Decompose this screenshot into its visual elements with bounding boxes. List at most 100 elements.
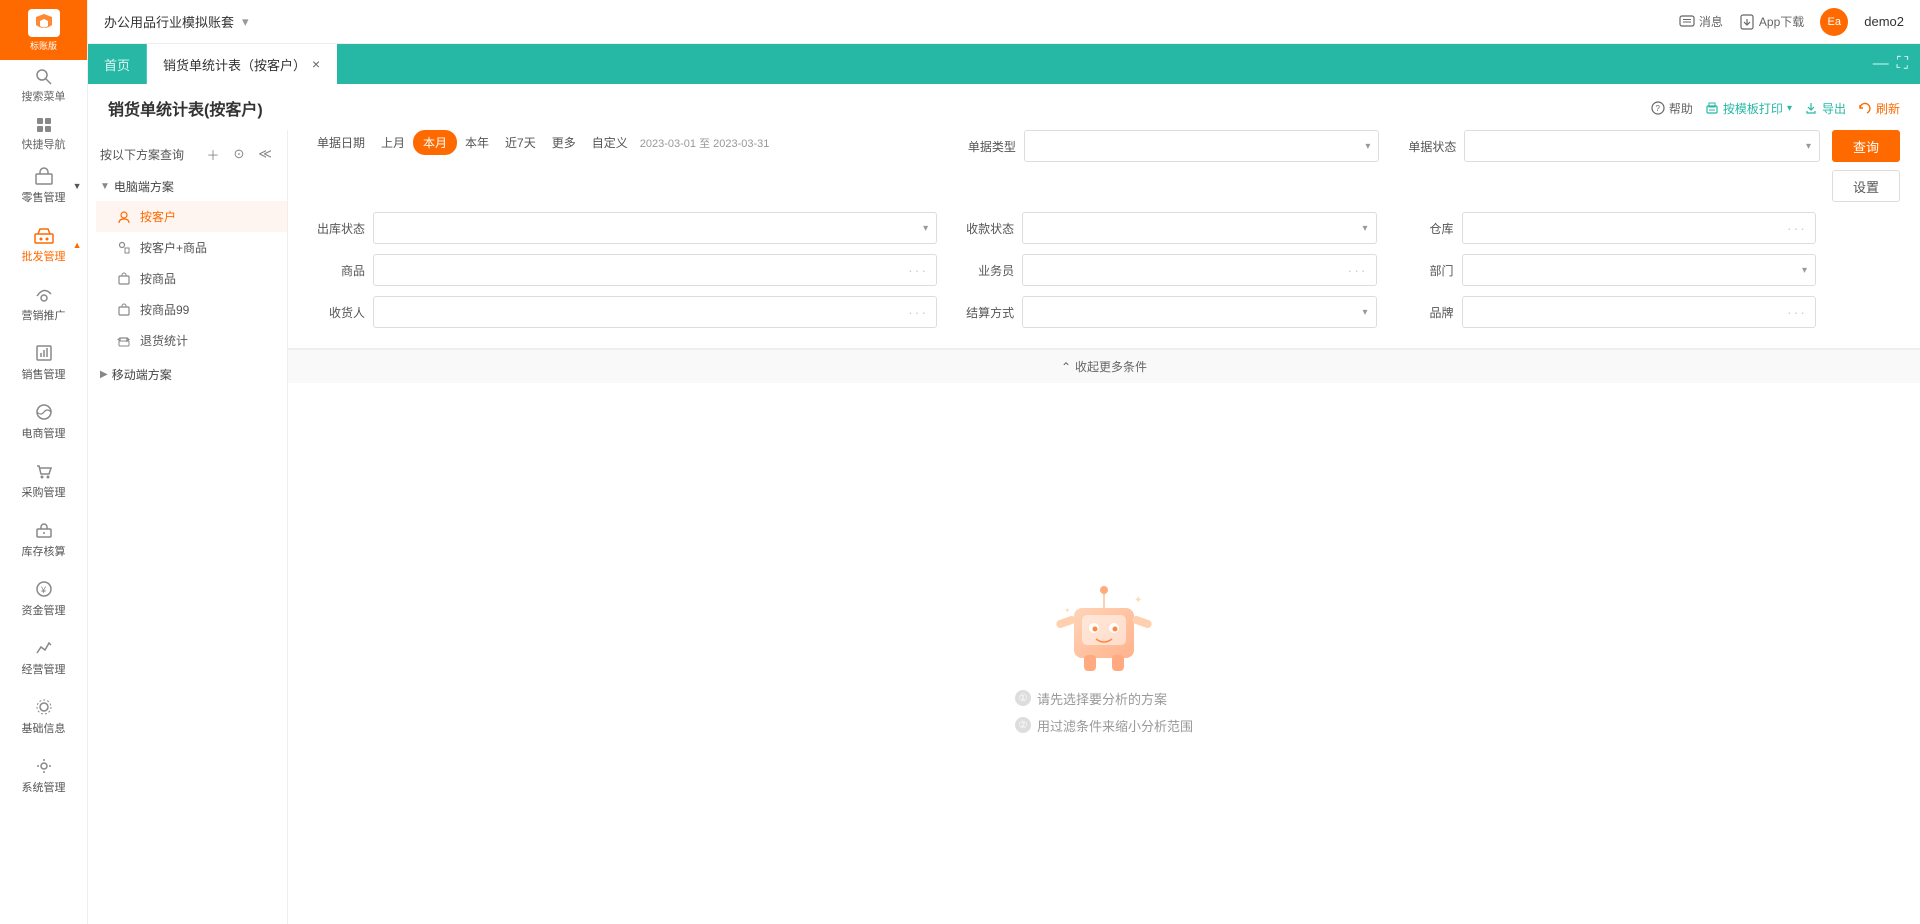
scheme-header: 按以下方案查询 ＋ ⊙ ≪ [88,138,287,170]
date-btn-more[interactable]: 更多 [544,130,584,155]
basic-icon [34,697,54,717]
sidebar-item-wholesale[interactable]: 批发管理 ▲ [0,215,88,274]
wholesale-arrow: ▲ [73,240,82,250]
export-btn[interactable]: 导出 [1804,100,1846,117]
date-btn-last7[interactable]: 近7天 [497,130,544,155]
refresh-btn[interactable]: 刷新 [1858,100,1900,117]
scheme-desktop-header[interactable]: ▼ 电脑端方案 [88,172,287,201]
header-dropdown-arrow[interactable]: ▾ [242,14,249,30]
user-name[interactable]: demo2 [1864,14,1904,29]
customer-goods-icon [116,240,132,256]
header-left: 办公用品行业模拟账套 ▾ [104,12,249,31]
sidebar-item-finance[interactable]: ¥ 资金管理 [0,569,88,628]
scheme-by-goods[interactable]: 按商品 [96,263,287,294]
filter-row-3: 商品 ··· 业务员 ··· [308,254,1900,286]
sidebar-item-marketing[interactable]: 营销推广 [0,274,88,333]
date-btn-this-month[interactable]: 本月 [413,130,457,155]
scheme-by-return[interactable]: 退货统计 [96,325,287,356]
sidebar-item-ecommerce[interactable]: 电商管理 [0,392,88,451]
svg-text:¥: ¥ [40,585,47,595]
sidebar-item-retail[interactable]: 零售管理 ▼ [0,156,88,215]
query-btn[interactable]: 查询 [1832,130,1900,162]
out-status-field[interactable]: ▾ [373,212,937,244]
doc-status-field[interactable]: ▾ [1464,130,1820,162]
tab-fullscreen-btn[interactable]: ⛶ [1897,55,1908,73]
tab-home[interactable]: 首页 [88,44,147,84]
brand-dots: ··· [1787,304,1807,320]
date-range-text: 2023-03-01 至 2023-03-31 [640,135,770,151]
receipt-status-arrow: ▾ [1363,223,1368,234]
scheme-by-customer[interactable]: 按客户 [96,201,287,232]
desktop-expand-icon: ▼ [100,181,110,192]
doc-type-field[interactable]: ▾ [1024,130,1380,162]
scheme-add-btn[interactable]: ＋ [203,144,223,164]
tip-item-1: ① 请先选择要分析的方案 [1015,689,1193,708]
date-btn-custom[interactable]: 自定义 [584,130,636,155]
empty-tips: ① 请先选择要分析的方案 ② 用过滤条件来缩小分析范围 [1015,689,1193,735]
tip-item-2: ② 用过滤条件来缩小分析范围 [1015,716,1193,735]
header-right: 消息 App下载 Ea demo2 [1679,8,1904,36]
ecommerce-icon [34,402,54,422]
dept-label: 部门 [1397,262,1462,279]
help-btn[interactable]: ? 帮助 [1651,100,1693,117]
salesperson-field[interactable]: ··· [1022,254,1376,286]
receiver-field[interactable]: ··· [373,296,937,328]
goods-field[interactable]: ··· [373,254,937,286]
scheme-by-customer-goods[interactable]: 按客户+商品 [96,232,287,263]
settle-field[interactable]: ▾ [1022,296,1376,328]
filter-area: 单据日期 上月 本月 本年 近7天 更多 自定义 2023-03-01 至 20… [288,130,1920,349]
print-btn[interactable]: 按模板打印 ▾ [1705,100,1792,117]
message-btn[interactable]: 消息 [1679,13,1723,30]
sidebar-item-purchase[interactable]: 采购管理 [0,451,88,510]
tab-sales-stats[interactable]: 销货单统计表（按客户） × [147,44,337,84]
app-download-btn[interactable]: App下载 [1739,13,1804,30]
dept-field[interactable]: ▾ [1462,254,1816,286]
mobile-expand-icon: ▶ [100,369,108,380]
nav-icon [35,116,53,134]
retail-icon [34,166,54,186]
sidebar-logo[interactable]: 标账版 [0,0,88,60]
scheme-desktop-group: ▼ 电脑端方案 按客户 [88,170,287,358]
warehouse-field[interactable]: ··· [1462,212,1816,244]
date-btn-this-year[interactable]: 本年 [457,130,497,155]
collapse-arrow: ⌃ [1061,360,1071,374]
purchase-icon [34,461,54,481]
print-dropdown-arrow[interactable]: ▾ [1787,103,1792,114]
scheme-panel: 按以下方案查询 ＋ ⊙ ≪ ▼ 电脑端方案 [88,130,288,924]
query-buttons: 查询 设置 [1832,130,1900,202]
right-area: 单据日期 上月 本月 本年 近7天 更多 自定义 2023-03-01 至 20… [288,130,1920,924]
printer-icon [1705,101,1719,115]
sidebar-quick-nav[interactable]: 快捷导航 [0,112,88,156]
goods-label: 商品 [308,262,373,279]
export-icon [1804,101,1818,115]
receipt-status-field[interactable]: ▾ [1022,212,1376,244]
date-label: 单据日期 [308,134,373,151]
tab-minimize-btn[interactable]: — [1873,55,1889,73]
scheme-mobile-group: ▶ 移动端方案 [88,358,287,391]
sales-icon [34,343,54,363]
sidebar-item-basic[interactable]: 基础信息 [0,687,88,746]
sidebar-item-system[interactable]: 系统管理 [0,746,88,805]
settings-btn[interactable]: 设置 [1832,170,1900,202]
tab-close-btn[interactable]: × [312,56,320,72]
settle-label: 结算方式 [957,304,1022,321]
salesperson-dots: ··· [1348,262,1368,278]
sidebar-search-menu[interactable]: 搜索菜单 [0,60,88,112]
collapse-bar[interactable]: ⌃ 收起更多条件 [288,349,1920,383]
doc-status-arrow: ▾ [1806,141,1811,152]
date-btn-last-month[interactable]: 上月 [373,130,413,155]
scheme-by-goods99[interactable]: 按商品99 [96,294,287,325]
brand-label: 品牌 [1397,304,1462,321]
scheme-collapse-btn[interactable]: ≪ [255,144,275,164]
sidebar-item-operations[interactable]: 经营管理 [0,628,88,687]
sidebar-item-inventory[interactable]: 库存核算 [0,510,88,569]
search-icon [35,68,53,86]
filter-row-4: 收货人 ··· 结算方式 ▾ [308,296,1900,328]
scheme-edit-btn[interactable]: ⊙ [229,144,249,164]
salesperson-label: 业务员 [957,262,1022,279]
page-content: 销货单统计表(按客户) ? 帮助 按模板打印 ▾ [88,84,1920,924]
wholesale-icon [34,225,54,245]
brand-field[interactable]: ··· [1462,296,1816,328]
scheme-mobile-header[interactable]: ▶ 移动端方案 [88,360,287,389]
sidebar-item-sales[interactable]: 销售管理 [0,333,88,392]
